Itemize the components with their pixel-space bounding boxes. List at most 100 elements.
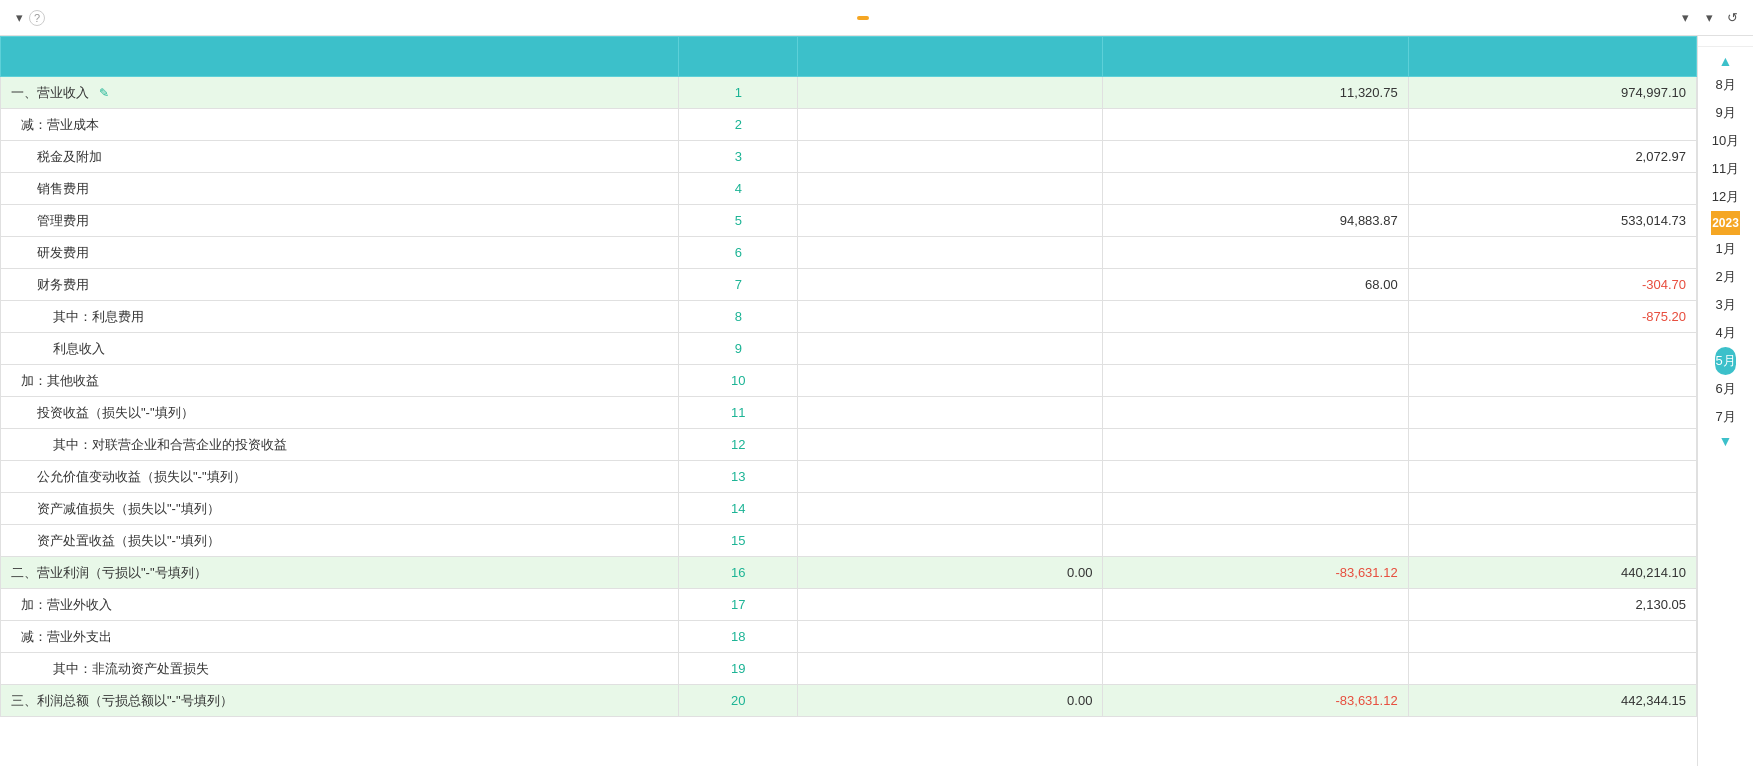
cell-seq: 19 [679, 653, 798, 685]
table-row: 财务费用 7 68.00 -304.70 [1, 269, 1697, 301]
month-item[interactable]: 2月 [1711, 263, 1739, 291]
cell-ytd: -83,631.12 [1103, 685, 1408, 717]
table-row: 公允价值变动收益（损失以"-"填列） 13 [1, 461, 1697, 493]
cell-prev: 2,130.05 [1408, 589, 1696, 621]
cell-month: 0.00 [798, 557, 1103, 589]
month-item[interactable]: 1月 [1711, 235, 1739, 263]
month-selector: ▲ 8月9月10月11月12月20231月2月3月4月5月6月7月 ▼ [1697, 36, 1753, 766]
cell-month [798, 109, 1103, 141]
cell-ytd [1103, 141, 1408, 173]
month-item[interactable]: 8月 [1711, 71, 1739, 99]
cell-seq: 4 [679, 173, 798, 205]
cell-month [798, 525, 1103, 557]
cell-label: 税金及附加 [1, 141, 679, 173]
cell-prev [1408, 429, 1696, 461]
cell-ytd [1103, 653, 1408, 685]
month-list: 8月9月10月11月12月20231月2月3月4月5月6月7月 [1711, 71, 1739, 431]
cell-ytd [1103, 173, 1408, 205]
month-item[interactable]: 9月 [1711, 99, 1739, 127]
month-nav-down[interactable]: ▼ [1712, 431, 1740, 451]
table-row: 投资收益（损失以"-"填列） 11 [1, 397, 1697, 429]
cell-prev [1408, 397, 1696, 429]
cell-seq: 9 [679, 333, 798, 365]
cell-label: 加：其他收益 [1, 365, 679, 397]
cell-seq[interactable]: 10 [679, 365, 798, 397]
cell-seq[interactable]: 15 [679, 525, 798, 557]
cell-prev: 440,214.10 [1408, 557, 1696, 589]
cell-ytd [1103, 429, 1408, 461]
cell-month [798, 333, 1103, 365]
month-item[interactable]: 7月 [1711, 403, 1739, 431]
cell-label: 减：营业成本 [1, 109, 679, 141]
month-item[interactable]: 3月 [1711, 291, 1739, 319]
cell-seq[interactable]: 13 [679, 461, 798, 493]
cell-ytd [1103, 589, 1408, 621]
cell-prev [1408, 621, 1696, 653]
month-item[interactable]: 6月 [1711, 375, 1739, 403]
month-item[interactable]: 12月 [1711, 183, 1739, 211]
cell-ytd [1103, 525, 1408, 557]
cell-ytd: 11,320.75 [1103, 77, 1408, 109]
cell-month [798, 173, 1103, 205]
cell-month: 0.00 [798, 685, 1103, 717]
table-row: 其中：非流动资产处置损失 19 [1, 653, 1697, 685]
cell-month [798, 429, 1103, 461]
col-header-seq [679, 37, 798, 77]
cell-month [798, 141, 1103, 173]
cell-seq[interactable]: 17 [679, 589, 798, 621]
col-header-item [1, 37, 679, 77]
table-row: 减：营业成本 2 [1, 109, 1697, 141]
chevron-down-icon: ▾ [1682, 10, 1689, 25]
cell-prev [1408, 493, 1696, 525]
cell-label: 加：营业外收入 [1, 589, 679, 621]
cell-prev [1408, 173, 1696, 205]
table-row: 利息收入 9 [1, 333, 1697, 365]
month-item[interactable]: 4月 [1711, 319, 1739, 347]
cell-seq: 8 [679, 301, 798, 333]
table-row: 税金及附加 3 2,072.97 [1, 141, 1697, 173]
top-bar: ▾ ? ▾ ▾ ↺ [0, 0, 1753, 36]
cell-seq[interactable]: 11 [679, 397, 798, 429]
month-item[interactable]: 11月 [1711, 155, 1739, 183]
cell-label: 资产处置收益（损失以"-"填列） [1, 525, 679, 557]
top-bar-left: ▾ ? [12, 10, 45, 26]
month-nav-up[interactable]: ▲ [1712, 51, 1740, 71]
cell-seq: 1 [679, 77, 798, 109]
month-item[interactable]: 5月 [1715, 347, 1735, 375]
cell-label: 公允价值变动收益（损失以"-"填列） [1, 461, 679, 493]
cell-ytd [1103, 493, 1408, 525]
edit-icon[interactable]: ✎ [99, 86, 113, 100]
refresh-icon: ↺ [1727, 10, 1738, 25]
cell-month [798, 269, 1103, 301]
cell-ytd [1103, 365, 1408, 397]
cell-month [798, 397, 1103, 429]
month-item[interactable]: 10月 [1711, 127, 1739, 155]
table-row: 资产处置收益（损失以"-"填列） 15 [1, 525, 1697, 557]
cell-month [798, 301, 1103, 333]
table-row: 其中：对联营企业和合营企业的投资收益 12 [1, 429, 1697, 461]
cell-prev [1408, 461, 1696, 493]
print-button[interactable]: ▾ [1703, 10, 1713, 25]
month-item[interactable]: 2023 [1711, 211, 1739, 235]
cell-prev [1408, 525, 1696, 557]
help-icon[interactable]: ? [29, 10, 45, 26]
table-row: 其中：利息费用 8 -875.20 [1, 301, 1697, 333]
table-row: 加：营业外收入 17 2,130.05 [1, 589, 1697, 621]
refresh-button[interactable]: ↺ [1727, 10, 1741, 25]
cell-seq[interactable]: 14 [679, 493, 798, 525]
cell-ytd [1103, 237, 1408, 269]
download-button[interactable]: ▾ [1679, 10, 1689, 25]
all-selector[interactable]: ▾ [12, 10, 23, 25]
cell-seq: 16 [679, 557, 798, 589]
cell-ytd [1103, 397, 1408, 429]
table-row: 二、营业利润（亏损以"-"号填列） 16 0.00 -83,631.12 440… [1, 557, 1697, 589]
cell-label: 投资收益（损失以"-"填列） [1, 397, 679, 429]
cell-seq[interactable]: 12 [679, 429, 798, 461]
report-title-area [841, 16, 869, 20]
cell-ytd [1103, 461, 1408, 493]
cell-prev [1408, 365, 1696, 397]
cell-prev: -304.70 [1408, 269, 1696, 301]
cell-month [798, 77, 1103, 109]
cell-label: 三、利润总额（亏损总额以"-"号填列） [1, 685, 679, 717]
cell-seq: 6 [679, 237, 798, 269]
